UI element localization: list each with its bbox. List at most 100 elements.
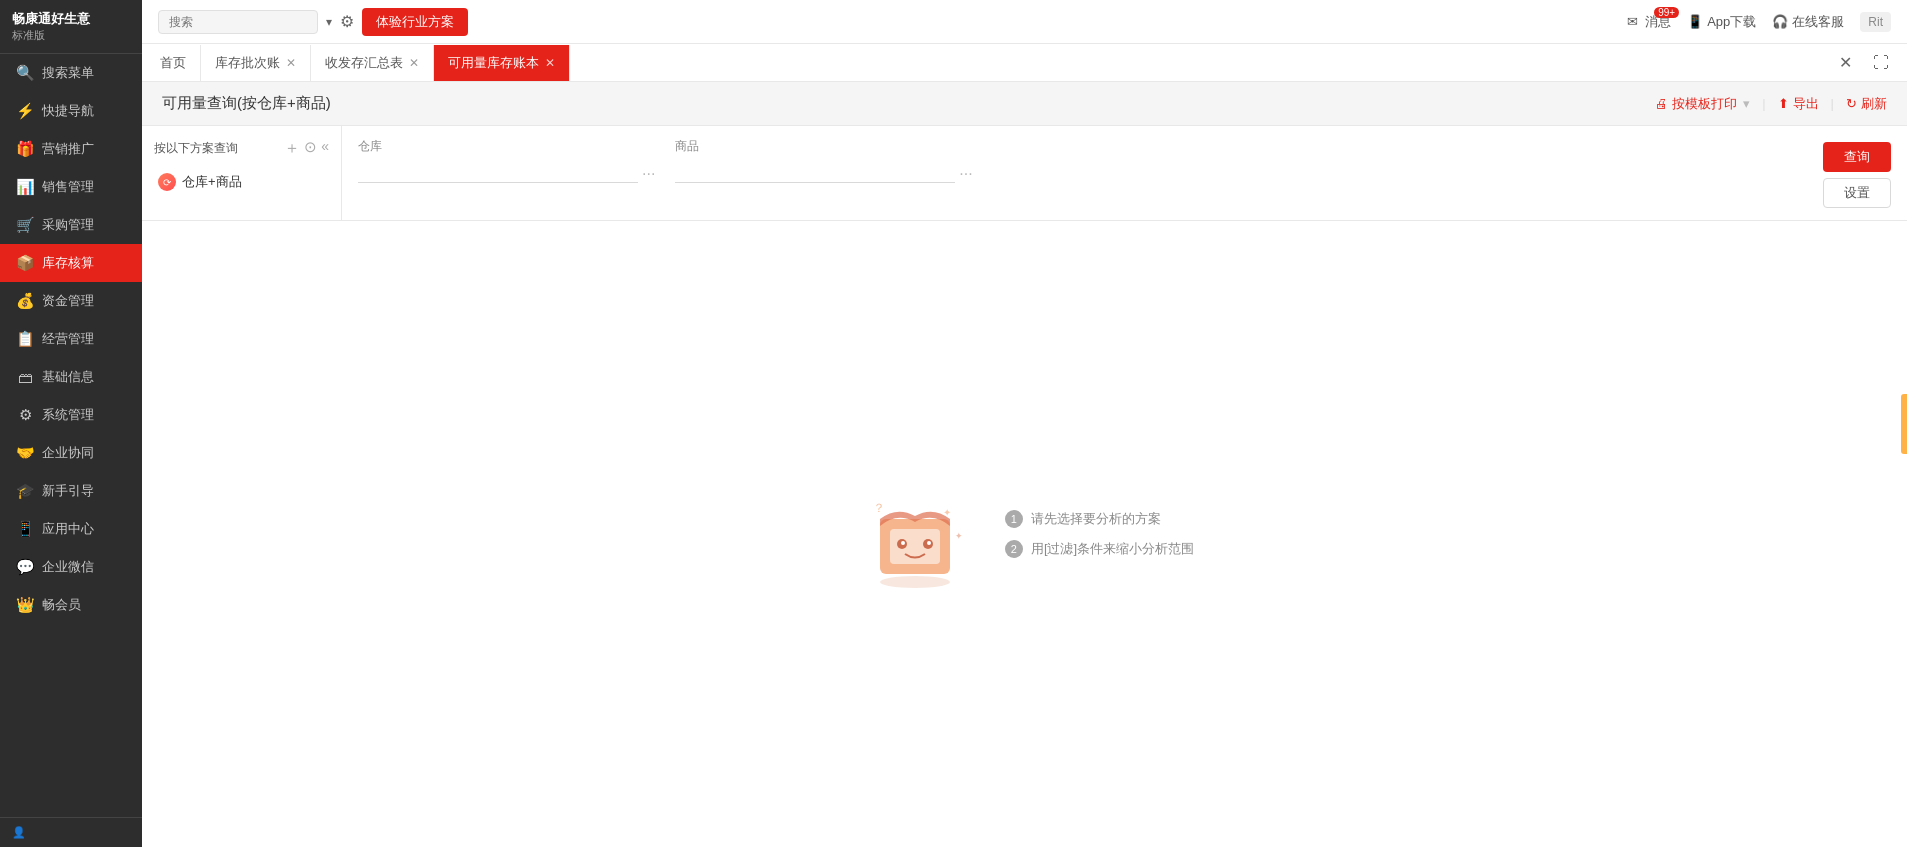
sidebar-item-label: 新手引导 [42,482,94,500]
tab-close-icon[interactable]: ✕ [545,56,555,70]
user-info[interactable]: Rit [1860,12,1891,32]
scheme-item-label: 仓库+商品 [182,173,242,191]
export-icon: ⬆ [1778,96,1789,111]
print-btn[interactable]: 🖨 按模板打印 ▾ [1655,95,1750,113]
separator: | [1762,96,1765,111]
tab-home[interactable]: 首页 [146,45,201,81]
sidebar-item-label: 库存核算 [42,254,94,272]
right-edge-indicator [1901,394,1907,454]
sidebar-item-label: 应用中心 [42,520,94,538]
sidebar-item-search[interactable]: 🔍 搜索菜单 [0,54,142,92]
sidebar-item-operation[interactable]: 📋 经营管理 [0,320,142,358]
filter-field-product-label: 商品 [675,138,972,155]
sidebar-footer: 👤 [0,817,142,847]
sidebar-item-marketing[interactable]: 🎁 营销推广 [0,130,142,168]
sidebar-item-enterprise[interactable]: 🤝 企业协同 [0,434,142,472]
online-service-btn[interactable]: 🎧 在线客服 [1772,13,1844,31]
tip-num-1: 1 [1005,510,1023,528]
refresh-label: 刷新 [1861,95,1887,113]
topbar-right: ✉ 99+ 消息 📱 App下载 🎧 在线客服 Rit [1627,12,1891,32]
sidebar-item-label: 营销推广 [42,140,94,158]
sidebar-item-label: 系统管理 [42,406,94,424]
sidebar-item-shortcut[interactable]: ⚡ 快捷导航 [0,92,142,130]
tip-num-2: 2 [1005,540,1023,558]
print-dropdown-icon[interactable]: ▾ [1743,96,1750,111]
warehouse-input[interactable] [358,159,638,183]
product-input[interactable] [675,159,955,183]
dropdown-icon[interactable]: ▾ [326,15,332,29]
tab-expand-btn[interactable]: ⛶ [1867,49,1895,77]
service-icon: 🎧 [1772,14,1788,29]
sidebar: 畅康通好生意 标准版 🔍 搜索菜单 ⚡ 快捷导航 🎁 营销推广 📊 销售管理 🛒… [0,0,142,847]
sidebar-item-finance[interactable]: 💰 资金管理 [0,282,142,320]
tab-available-ledger[interactable]: 可用量库存账本 ✕ [434,45,570,81]
filter-settings-button[interactable]: 设置 [1823,178,1891,208]
export-btn[interactable]: ⬆ 导出 [1778,95,1819,113]
sidebar-item-label: 基础信息 [42,368,94,386]
sidebar-item-purchase[interactable]: 🛒 采购管理 [0,206,142,244]
warehouse-more-btn[interactable]: ··· [642,165,655,183]
sidebar-nav: 🔍 搜索菜单 ⚡ 快捷导航 🎁 营销推广 📊 销售管理 🛒 采购管理 📦 库存核… [0,54,142,817]
settings-scheme-btn[interactable]: ⊙ [304,138,317,159]
sidebar-item-inventory[interactable]: 📦 库存核算 [0,244,142,282]
tabbar-right: ✕ ⛶ [1831,49,1903,77]
message-btn[interactable]: ✉ 99+ 消息 [1627,13,1671,31]
enterprise-icon: 🤝 [16,444,34,462]
empty-tips: 1 请先选择要分析的方案 2 用[过滤]条件来缩小分析范围 [1005,510,1194,558]
tab-close-current-btn[interactable]: ✕ [1831,49,1859,77]
filter-field-product: 商品 ··· [675,138,972,183]
product-more-btn[interactable]: ··· [959,165,972,183]
tab-close-icon[interactable]: ✕ [286,56,296,70]
app-download-label: App下载 [1707,13,1756,31]
svg-text:✦: ✦ [955,531,963,541]
app-version: 标准版 [12,28,130,43]
add-scheme-btn[interactable]: ＋ [284,138,300,159]
scheme-item-warehouse-product[interactable]: ⟳ 仓库+商品 [150,167,333,197]
operation-icon: 📋 [16,330,34,348]
filter-panel: 按以下方案查询 ＋ ⊙ « ⟳ 仓库+商品 仓库 [142,126,1907,221]
empty-illustration: ？ ✦ ✦ [855,474,975,594]
sales-icon: 📊 [16,178,34,196]
sidebar-item-label: 畅会员 [42,596,81,614]
refresh-btn[interactable]: ↻ 刷新 [1846,95,1887,113]
collapse-btn[interactable]: « [321,138,329,159]
page-content: 可用量查询(按仓库+商品) 🖨 按模板打印 ▾ | ⬆ 导出 | ↻ 刷新 [142,82,1907,847]
sidebar-item-label: 采购管理 [42,216,94,234]
sidebar-item-basic[interactable]: 🗃 基础信息 [0,358,142,396]
search-input[interactable] [158,10,318,34]
sidebar-item-vip[interactable]: 👑 畅会员 [0,586,142,624]
sidebar-item-sales[interactable]: 📊 销售管理 [0,168,142,206]
inventory-icon: 📦 [16,254,34,272]
app-download-btn[interactable]: 📱 App下载 [1687,13,1756,31]
vip-icon: 👑 [16,596,34,614]
sidebar-item-newbie[interactable]: 🎓 新手引导 [0,472,142,510]
tip-text-2: 用[过滤]条件来缩小分析范围 [1031,540,1194,558]
sidebar-item-label: 销售管理 [42,178,94,196]
page-title: 可用量查询(按仓库+商品) [162,94,331,113]
tab-label: 可用量库存账本 [448,54,539,72]
query-button[interactable]: 查询 [1823,142,1891,172]
wechat-icon: 💬 [16,558,34,576]
sidebar-header: 畅康通好生意 标准版 [0,0,142,54]
svg-point-5 [901,541,905,545]
sidebar-item-wechat[interactable]: 💬 企业微信 [0,548,142,586]
sidebar-item-appstore[interactable]: 📱 应用中心 [0,510,142,548]
export-label: 导出 [1793,95,1819,113]
svg-text:？: ？ [873,501,885,515]
scheme-icon: ⟳ [158,173,176,191]
basic-icon: 🗃 [16,369,34,386]
filter-sidebar-actions: ＋ ⊙ « [284,138,329,159]
svg-rect-2 [890,529,940,564]
tab-batch-account[interactable]: 库存批次账 ✕ [201,45,311,81]
tab-close-icon[interactable]: ✕ [409,56,419,70]
empty-tip-2: 2 用[过滤]条件来缩小分析范围 [1005,540,1194,558]
print-label: 按模板打印 [1672,95,1737,113]
sidebar-item-label: 搜索菜单 [42,64,94,82]
marketing-icon: 🎁 [16,140,34,158]
trial-button[interactable]: 体验行业方案 [362,8,468,36]
gear-icon[interactable]: ⚙ [340,12,354,31]
message-icon: ✉ [1627,14,1638,29]
tab-receipt-summary[interactable]: 收发存汇总表 ✕ [311,45,434,81]
print-icon: 🖨 [1655,96,1668,111]
sidebar-item-system[interactable]: ⚙ 系统管理 [0,396,142,434]
